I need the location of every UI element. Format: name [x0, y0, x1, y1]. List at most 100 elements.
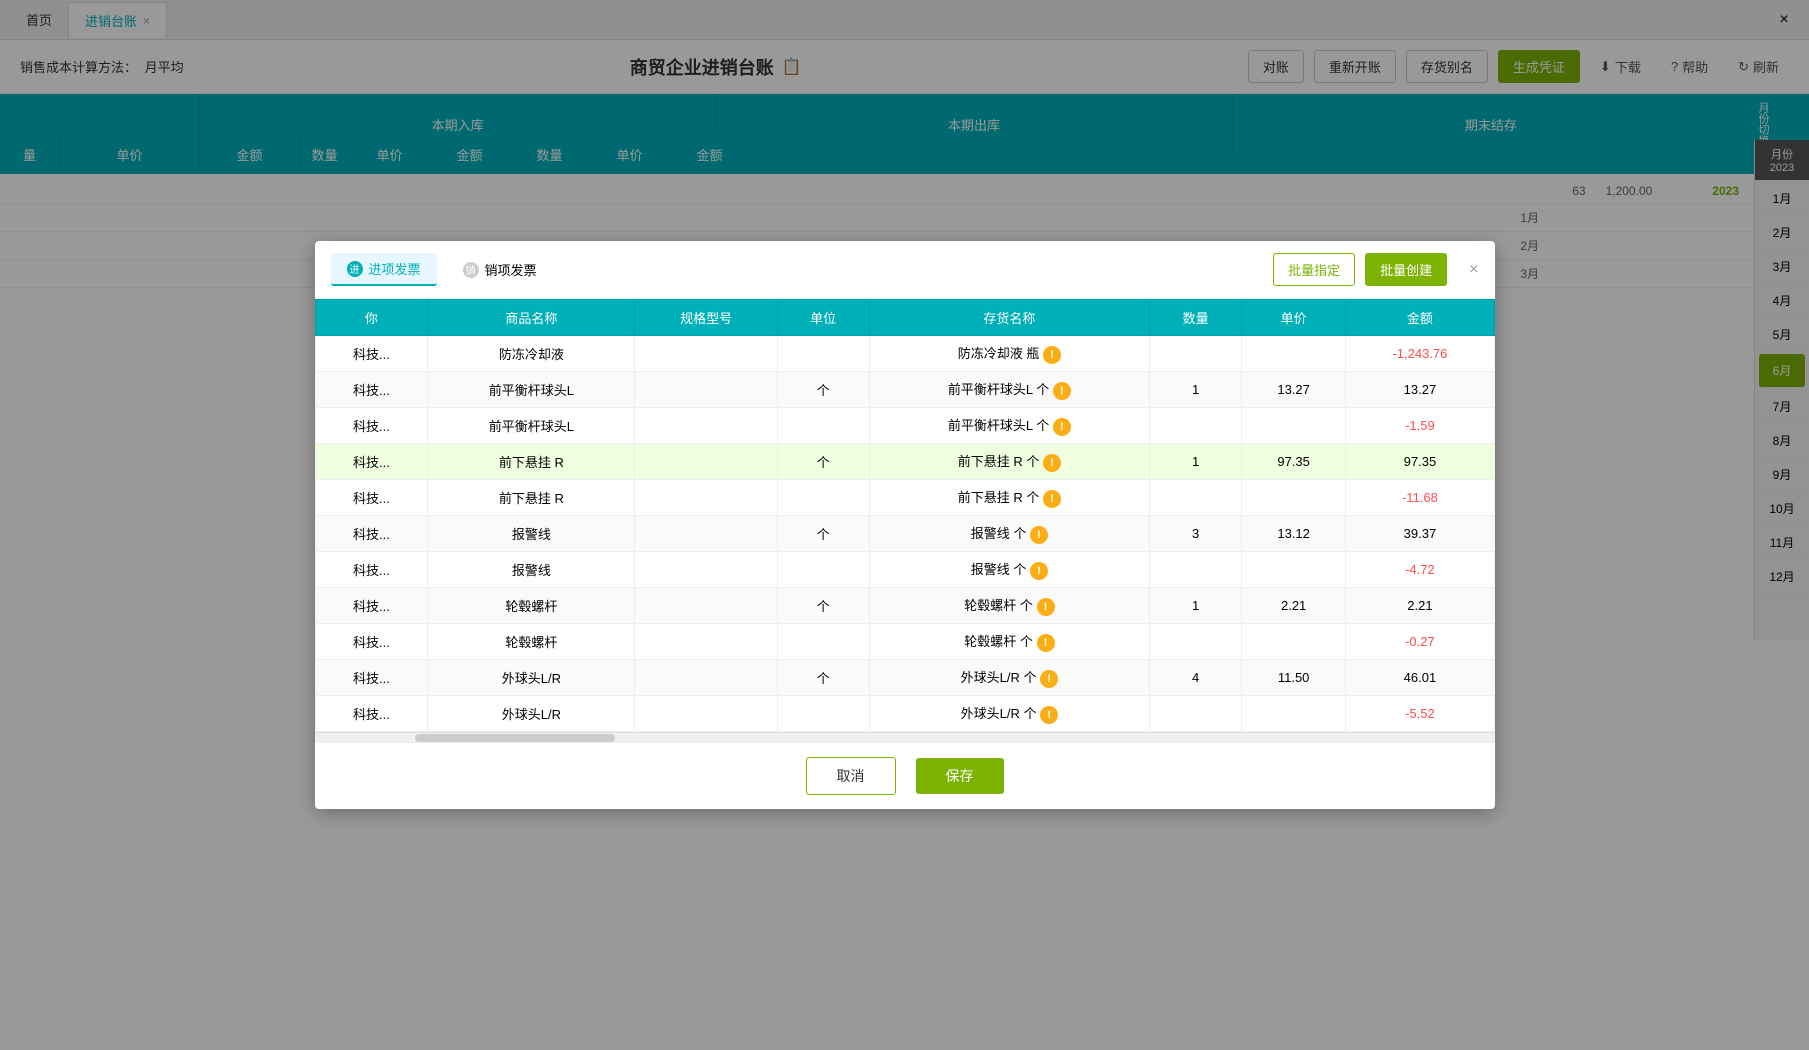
cell-price: 11.50 — [1241, 660, 1345, 696]
cell-amount: -11.68 — [1346, 480, 1494, 516]
cell-qty: 1 — [1150, 444, 1242, 480]
cell-product: 轮毂螺杆 — [428, 624, 635, 660]
warning-icon: ! — [1037, 634, 1055, 652]
cell-amount: 39.37 — [1346, 516, 1494, 552]
cell-spec — [635, 372, 777, 408]
cell-supplier: 科技... — [315, 516, 428, 552]
table-row: 科技...外球头L/R个外球头L/R 个 !411.5046.01 — [315, 660, 1494, 696]
cell-spec — [635, 588, 777, 624]
warning-icon: ! — [1043, 454, 1061, 472]
dialog-close-button[interactable]: × — [1469, 261, 1478, 279]
batch-assign-button[interactable]: 批量指定 — [1273, 253, 1355, 286]
cell-product: 报警线 — [428, 516, 635, 552]
save-button[interactable]: 保存 — [916, 758, 1004, 794]
cell-price: 97.35 — [1241, 444, 1345, 480]
dialog-table: 你 商品名称 规格型号 单位 存货名称 数量 单价 金额 科技...防冻冷却液防… — [315, 299, 1495, 732]
cell-inventory: 前下悬挂 R 个 ! — [869, 444, 1150, 480]
cell-amount: -1,243.76 — [1346, 336, 1494, 372]
sales-invoice-icon: 销 — [463, 262, 479, 278]
scrollbar-thumb[interactable] — [415, 734, 615, 742]
cell-product: 防冻冷却液 — [428, 336, 635, 372]
cell-spec — [635, 552, 777, 588]
tab-sales-invoice[interactable]: 销 销项发票 — [447, 254, 553, 285]
cell-amount: 13.27 — [1346, 372, 1494, 408]
cell-inventory: 防冻冷却液 瓶 ! — [869, 336, 1150, 372]
horizontal-scrollbar[interactable] — [315, 732, 1495, 742]
warning-icon: ! — [1040, 706, 1058, 724]
cell-product: 前平衡杆球头L — [428, 408, 635, 444]
th-product: 商品名称 — [428, 300, 635, 336]
cell-inventory: 外球头L/R 个 ! — [869, 696, 1150, 732]
th-price: 单价 — [1241, 300, 1345, 336]
cell-amount: -4.72 — [1346, 552, 1494, 588]
cell-amount: 97.35 — [1346, 444, 1494, 480]
warning-icon: ! — [1053, 418, 1071, 436]
table-row: 科技...前平衡杆球头L前平衡杆球头L 个 !-1.59 — [315, 408, 1494, 444]
cell-qty: 3 — [1150, 516, 1242, 552]
cell-product: 前下悬挂 R — [428, 480, 635, 516]
cell-supplier: 科技... — [315, 696, 428, 732]
cell-spec — [635, 336, 777, 372]
cell-qty — [1150, 696, 1242, 732]
cell-spec — [635, 408, 777, 444]
cell-unit: 个 — [777, 516, 869, 552]
table-row: 科技...前下悬挂 R前下悬挂 R 个 !-11.68 — [315, 480, 1494, 516]
cell-qty — [1150, 336, 1242, 372]
cell-supplier: 科技... — [315, 480, 428, 516]
cell-unit — [777, 552, 869, 588]
warning-icon: ! — [1040, 670, 1058, 688]
th-unit: 单位 — [777, 300, 869, 336]
cell-unit — [777, 480, 869, 516]
cell-inventory: 外球头L/R 个 ! — [869, 660, 1150, 696]
cell-spec — [635, 516, 777, 552]
batch-create-button[interactable]: 批量创建 — [1365, 253, 1447, 286]
th-qty: 数量 — [1150, 300, 1242, 336]
tab-purchase-invoice[interactable]: 进 进项发票 — [331, 253, 437, 286]
dialog-container: 进 进项发票 销 销项发票 批量指定 批量创建 × 你 商品名称 规格型号 — [315, 241, 1495, 809]
cell-price — [1241, 696, 1345, 732]
cell-inventory: 报警线 个 ! — [869, 552, 1150, 588]
cell-qty — [1150, 480, 1242, 516]
table-row: 科技...前下悬挂 R个前下悬挂 R 个 !197.3597.35 — [315, 444, 1494, 480]
cell-product: 轮毂螺杆 — [428, 588, 635, 624]
cell-supplier: 科技... — [315, 624, 428, 660]
cell-spec — [635, 624, 777, 660]
cell-unit: 个 — [777, 444, 869, 480]
table-row: 科技...报警线报警线 个 !-4.72 — [315, 552, 1494, 588]
cell-unit: 个 — [777, 588, 869, 624]
table-row: 科技...轮毂螺杆个轮毂螺杆 个 !12.212.21 — [315, 588, 1494, 624]
cell-inventory: 前平衡杆球头L 个 ! — [869, 408, 1150, 444]
cell-price — [1241, 552, 1345, 588]
th-spec: 规格型号 — [635, 300, 777, 336]
cell-supplier: 科技... — [315, 372, 428, 408]
cell-amount: 46.01 — [1346, 660, 1494, 696]
table-row: 科技...轮毂螺杆轮毂螺杆 个 !-0.27 — [315, 624, 1494, 660]
cell-spec — [635, 444, 777, 480]
cell-amount: 2.21 — [1346, 588, 1494, 624]
cell-price — [1241, 408, 1345, 444]
cell-qty — [1150, 624, 1242, 660]
cell-product: 报警线 — [428, 552, 635, 588]
cell-price — [1241, 336, 1345, 372]
cell-product: 外球头L/R — [428, 660, 635, 696]
cell-product: 外球头L/R — [428, 696, 635, 732]
th-supplier: 你 — [315, 300, 428, 336]
th-inventory: 存货名称 — [869, 300, 1150, 336]
cell-product: 前平衡杆球头L — [428, 372, 635, 408]
cell-qty — [1150, 408, 1242, 444]
cancel-button[interactable]: 取消 — [806, 757, 896, 795]
cell-qty: 1 — [1150, 372, 1242, 408]
cell-product: 前下悬挂 R — [428, 444, 635, 480]
cell-inventory: 报警线 个 ! — [869, 516, 1150, 552]
th-amount: 金额 — [1346, 300, 1494, 336]
table-row: 科技...前平衡杆球头L个前平衡杆球头L 个 !113.2713.27 — [315, 372, 1494, 408]
cell-supplier: 科技... — [315, 336, 428, 372]
dialog-footer: 取消 保存 — [315, 742, 1495, 809]
cell-unit: 个 — [777, 372, 869, 408]
cell-qty — [1150, 552, 1242, 588]
cell-unit — [777, 696, 869, 732]
table-row: 科技...防冻冷却液 防冻冷却液 瓶 ! -1,243.76 — [315, 336, 1494, 372]
cell-qty: 4 — [1150, 660, 1242, 696]
purchase-invoice-icon: 进 — [347, 261, 363, 277]
warning-icon: ! — [1030, 526, 1048, 544]
